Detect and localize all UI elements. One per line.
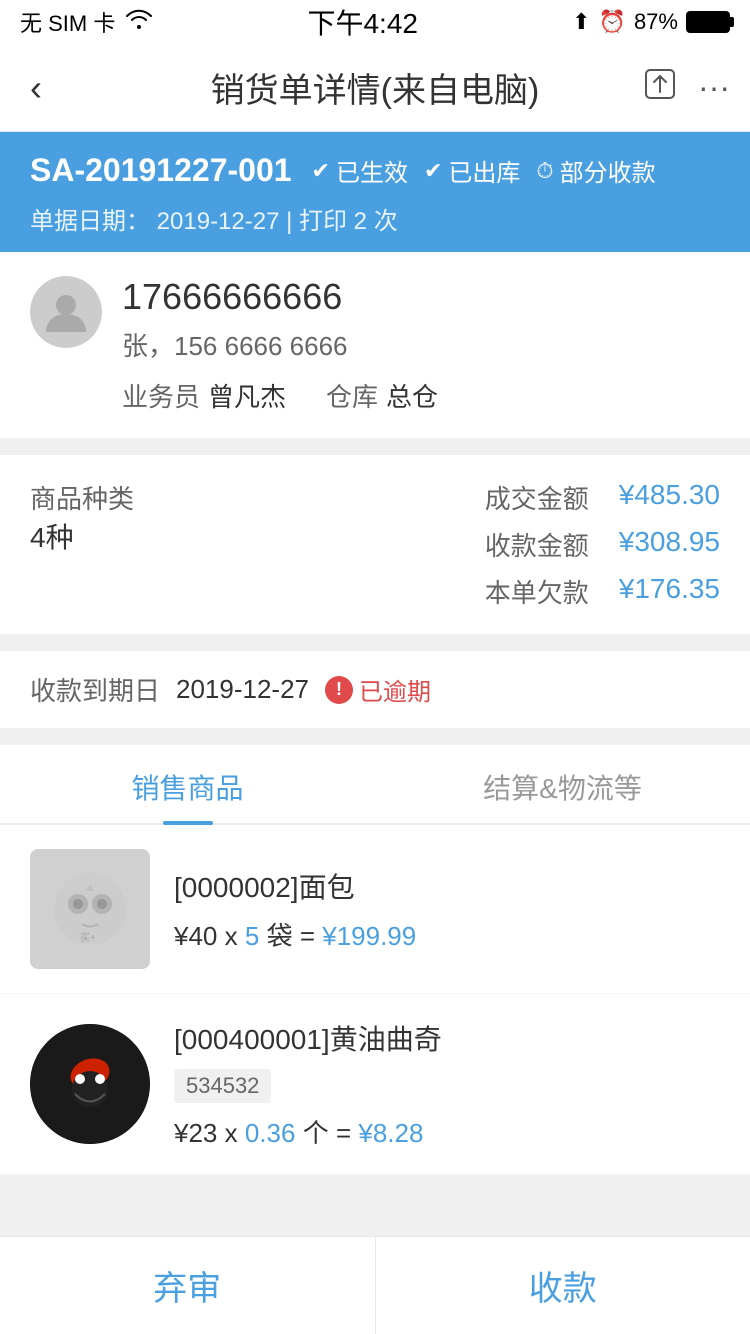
warehouse-meta: 仓库 总仓 xyxy=(326,377,438,414)
amount-right: 成交金额 ¥485.30 收款金额 ¥308.95 本单欠款 ¥176.35 xyxy=(485,479,720,610)
tab-sales-products-label: 销售商品 xyxy=(131,773,243,804)
product-qty-2: 0.36 xyxy=(245,1118,296,1148)
due-date-value: 2019-12-27 xyxy=(176,674,309,705)
deal-amount-label: 成交金额 xyxy=(485,479,589,516)
sales-label: 业务员 xyxy=(122,377,200,414)
overdue-icon: ! xyxy=(325,676,353,704)
tab-settlement[interactable]: 结算&物流等 xyxy=(375,745,750,823)
customer-meta: 业务员 曾凡杰 仓库 总仓 xyxy=(122,377,720,414)
product-list: 买+ [0000002]面包 ¥40 x 5 袋 = ¥199.99 xyxy=(0,825,750,1175)
order-date: 2019-12-27 xyxy=(157,208,280,235)
product-item: [000400001]黄油曲奇 534532 ¥23 x 0.36 个 = ¥8… xyxy=(0,994,750,1175)
more-button[interactable]: ··· xyxy=(698,69,730,106)
deal-amount-value: ¥485.30 xyxy=(619,479,720,516)
status-bar: 无 SIM 卡 下午4:42 ⬆ ⏰ 87% xyxy=(0,0,750,44)
product-name-1: [0000002]面包 xyxy=(174,866,720,906)
cancel-review-button[interactable]: 弃审 xyxy=(0,1237,376,1334)
page-title: 销货单详情(来自电脑) xyxy=(211,63,540,112)
status-partial-payment: ⏱ 部分收款 xyxy=(536,153,655,188)
owed-value: ¥176.35 xyxy=(619,573,720,610)
status-activated: ✔ 已生效 xyxy=(312,153,408,188)
product-image-2 xyxy=(30,1024,150,1144)
date-label: 单据日期： xyxy=(30,208,150,235)
product-info-1: [0000002]面包 ¥40 x 5 袋 = ¥199.99 xyxy=(174,866,720,953)
goods-type-label: 商品种类 xyxy=(30,479,134,516)
nav-bar: ‹ 销货单详情(来自电脑) ··· xyxy=(0,44,750,132)
owed-label: 本单欠款 xyxy=(485,573,589,610)
due-date-section: 收款到期日 2019-12-27 ! 已逾期 xyxy=(0,651,750,729)
product-qty-1: 5 xyxy=(245,921,259,951)
product-price-x-2: x xyxy=(225,1118,245,1148)
product-price-row-2: ¥23 x 0.36 个 = ¥8.28 xyxy=(174,1113,720,1150)
product-unit-2: 个 xyxy=(303,1118,329,1148)
product-name-2: [000400001]黄油曲奇 xyxy=(174,1018,720,1058)
product-sku-2: 534532 xyxy=(174,1069,271,1103)
banner-row1: SA-20191227-001 ✔ 已生效 ✔ 已出库 ⏱ 部分收款 xyxy=(30,152,720,189)
product-eq-1: = xyxy=(300,921,322,951)
warehouse-value: 总仓 xyxy=(386,377,438,414)
check-icon-2: ✔ xyxy=(424,158,442,184)
product-price-unit-2: ¥23 xyxy=(174,1118,217,1148)
product-total-2: ¥8.28 xyxy=(358,1118,423,1148)
tab-settlement-label: 结算&物流等 xyxy=(483,773,642,804)
tabs-row: 销售商品 结算&物流等 xyxy=(0,745,750,825)
sales-meta: 业务员 曾凡杰 xyxy=(122,377,286,414)
owed-amount-row: 本单欠款 ¥176.35 xyxy=(485,573,720,610)
goods-type-value: 4种 xyxy=(30,516,134,556)
collect-payment-button[interactable]: 收款 xyxy=(376,1237,750,1334)
goods-type-block: 商品种类 4种 xyxy=(30,479,134,556)
print-info: | 打印 2 次 xyxy=(286,208,398,235)
product-total-1: ¥199.99 xyxy=(322,921,416,951)
sales-value: 曾凡杰 xyxy=(208,377,286,414)
product-price-row-1: ¥40 x 5 袋 = ¥199.99 xyxy=(174,916,720,953)
bottom-bar: 弃审 收款 xyxy=(0,1236,750,1334)
customer-section: 17666666666 张，156 6666 6666 业务员 曾凡杰 仓库 总… xyxy=(0,252,750,439)
svg-text:买+: 买+ xyxy=(80,932,96,944)
header-banner: SA-20191227-001 ✔ 已生效 ✔ 已出库 ⏱ 部分收款 单据日期：… xyxy=(0,132,750,252)
cancel-review-label: 弃审 xyxy=(153,1261,221,1310)
back-button[interactable]: ‹ xyxy=(20,57,52,119)
customer-name: 17666666666 xyxy=(122,276,720,318)
customer-info: 17666666666 张，156 6666 6666 业务员 曾凡杰 仓库 总… xyxy=(122,276,720,414)
collect-payment-label: 收款 xyxy=(529,1261,597,1310)
share-button[interactable] xyxy=(642,66,678,110)
product-price-x-1: x xyxy=(225,921,245,951)
received-value: ¥308.95 xyxy=(619,526,720,563)
deal-amount-row: 成交金额 ¥485.30 xyxy=(485,479,720,516)
amount-section: 商品种类 4种 成交金额 ¥485.30 收款金额 ¥308.95 本单欠款 ¥… xyxy=(0,455,750,635)
status-left: 无 SIM 卡 xyxy=(20,6,153,38)
customer-short-name: 张，156 6666 6666 xyxy=(122,326,720,363)
status-right: ⬆ ⏰ 87% xyxy=(572,9,730,35)
clock-icon: ⏱ xyxy=(536,158,553,184)
status-tags: ✔ 已生效 ✔ 已出库 ⏱ 部分收款 xyxy=(312,153,656,188)
product-price-unit-1: ¥40 xyxy=(174,921,217,951)
status-time: 下午4:42 xyxy=(307,2,418,42)
received-label: 收款金额 xyxy=(485,526,589,563)
warehouse-label: 仓库 xyxy=(326,377,378,414)
product-info-2: [000400001]黄油曲奇 534532 ¥23 x 0.36 个 = ¥8… xyxy=(174,1018,720,1150)
tab-sales-products[interactable]: 销售商品 xyxy=(0,745,375,823)
product-eq-2: = xyxy=(336,1118,358,1148)
battery-icon xyxy=(686,11,730,33)
overdue-badge: ! 已逾期 xyxy=(325,672,431,707)
nav-actions: ··· xyxy=(642,66,730,110)
order-id: SA-20191227-001 xyxy=(30,152,292,189)
product-image-1: 买+ xyxy=(30,849,150,969)
carrier-text: 无 SIM 卡 xyxy=(20,6,115,38)
location-icon: ⬆ xyxy=(572,9,590,35)
check-icon-1: ✔ xyxy=(312,158,330,184)
customer-avatar xyxy=(30,276,102,348)
overdue-text: 已逾期 xyxy=(359,672,431,707)
banner-date-row: 单据日期： 2019-12-27 | 打印 2 次 xyxy=(30,201,720,236)
status-shipped: ✔ 已出库 xyxy=(424,153,520,188)
battery-text: 87% xyxy=(634,9,678,35)
due-date-label: 收款到期日 xyxy=(30,671,160,708)
product-unit-1: 袋 xyxy=(267,921,293,951)
tabs-section: 销售商品 结算&物流等 买+ [0000002] xyxy=(0,745,750,1175)
alarm-icon: ⏰ xyxy=(599,9,626,35)
product-item: 买+ [0000002]面包 ¥40 x 5 袋 = ¥199.99 xyxy=(0,825,750,994)
received-amount-row: 收款金额 ¥308.95 xyxy=(485,526,720,563)
wifi-icon xyxy=(125,9,153,35)
